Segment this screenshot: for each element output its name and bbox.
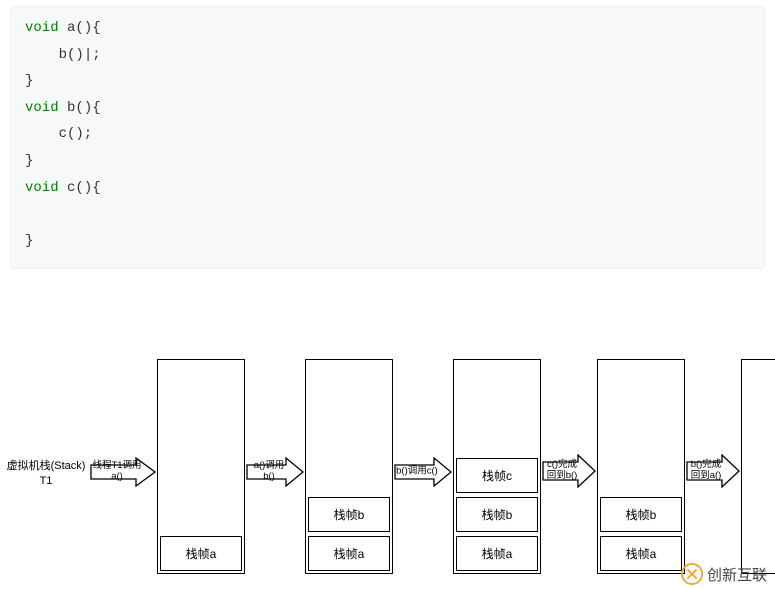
code-line (25, 201, 750, 228)
keyword: void (25, 20, 59, 36)
code-text: } (25, 233, 33, 249)
code-text: c(){ (59, 180, 101, 196)
stack-column (741, 359, 775, 574)
watermark-text: 创新互联 (707, 564, 767, 585)
watermark: 创新互联 (681, 563, 767, 585)
arrow-label: a()调用b() (248, 461, 290, 483)
stack-frame: 栈帧a (600, 536, 682, 571)
stack-column: 栈帧b 栈帧a (597, 359, 685, 574)
stack-frame: 栈帧a (308, 536, 390, 571)
arrow-icon: b()完成回到a() (686, 454, 740, 488)
stack-label-bottom: T1 (2, 474, 90, 488)
stack-frame: 栈帧b (456, 497, 538, 532)
code-block: void a(){ b()|; } void b(){ c(); } void … (10, 6, 765, 269)
code-text: c(); (25, 126, 92, 142)
code-line: } (25, 148, 750, 175)
stack-label: 虚拟机栈(Stack) T1 (2, 459, 90, 488)
arrow-label: c()完成回到b() (544, 460, 580, 482)
code-text: } (25, 153, 33, 169)
stack-diagram: 虚拟机栈(Stack) T1 线程T1调用a() a()调用b() b()调用c… (0, 329, 775, 589)
stack-column: 栈帧b 栈帧a (305, 359, 393, 574)
code-line: void a(){ (25, 15, 750, 42)
code-line: b()|; (25, 42, 750, 69)
code-text: a(){ (59, 20, 101, 36)
code-line: void b(){ (25, 95, 750, 122)
stack-label-top: 虚拟机栈(Stack) (2, 459, 90, 473)
stack-frame: 栈帧a (160, 536, 242, 571)
arrow-icon: a()调用b() (246, 457, 304, 487)
arrow-label: b()调用c() (396, 467, 438, 478)
stack-frame: 栈帧b (308, 497, 390, 532)
code-line: } (25, 68, 750, 95)
code-line: c(); (25, 121, 750, 148)
code-text: b() (25, 47, 84, 63)
stack-frame: 栈帧b (600, 497, 682, 532)
stack-column: 栈帧a (157, 359, 245, 574)
code-line: void c(){ (25, 175, 750, 202)
arrow-icon: b()调用c() (394, 457, 452, 487)
stack-column: 栈帧c 栈帧b 栈帧a (453, 359, 541, 574)
code-line: } (25, 228, 750, 255)
stack-frame: 栈帧a (456, 536, 538, 571)
code-text: b(){ (59, 100, 101, 116)
code-text: |; (84, 47, 101, 63)
keyword: void (25, 180, 59, 196)
keyword: void (25, 100, 59, 116)
arrow-icon: 线程T1调用a() (90, 457, 156, 487)
logo-icon (681, 563, 703, 585)
code-text: } (25, 73, 33, 89)
arrow-label: 线程T1调用a() (92, 461, 142, 483)
arrow-icon: c()完成回到b() (542, 454, 596, 488)
stack-frame: 栈帧c (456, 458, 538, 493)
arrow-label: b()完成回到a() (688, 460, 724, 482)
code-text (25, 206, 33, 222)
